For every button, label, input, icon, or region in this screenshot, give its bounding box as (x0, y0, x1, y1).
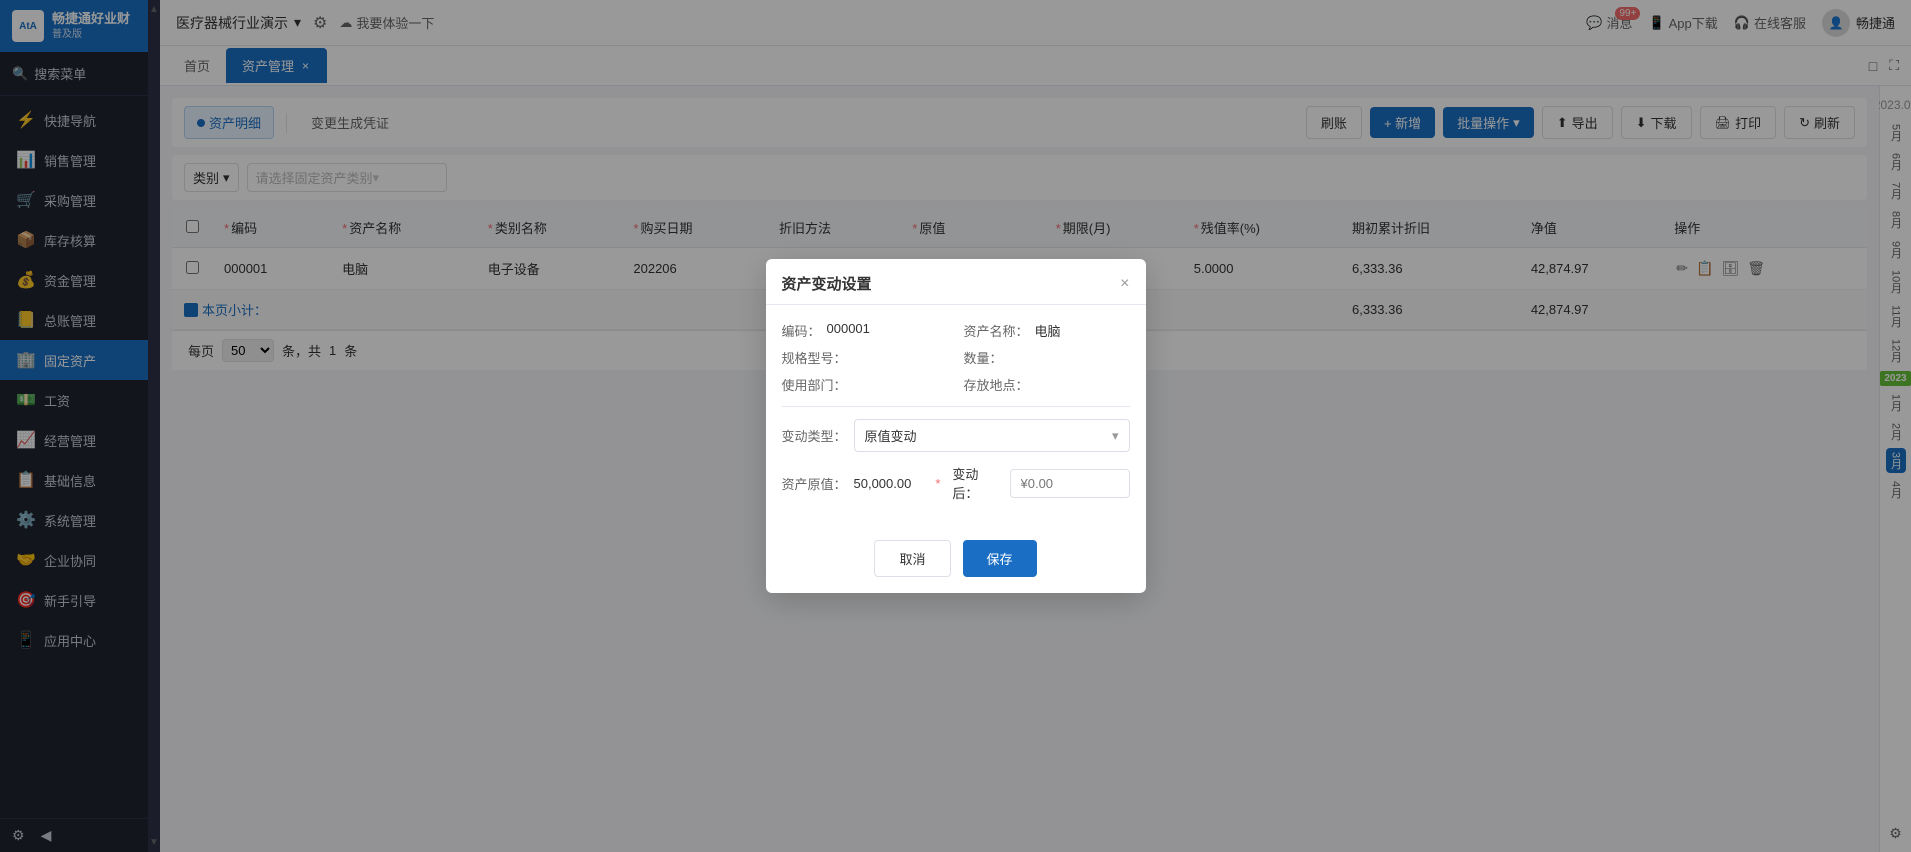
modal-change-type-label: 变动类型： (782, 426, 846, 445)
modal-footer: 取消 保存 (766, 530, 1146, 593)
modal-quantity-row: 数量： (964, 348, 1130, 367)
modal-close-button[interactable]: × (1120, 275, 1129, 293)
modal-spec-label: 规格型号： (782, 348, 847, 367)
modal-change-type-value: 原值变动 (865, 426, 917, 445)
modal-after-input[interactable] (1010, 469, 1130, 498)
modal-location-row: 存放地点： (964, 375, 1130, 394)
modal-overlay: 资产变动设置 × 编码： 000001 资产名称： 电脑 规格型号： 数量： (0, 0, 1911, 852)
asset-change-modal: 资产变动设置 × 编码： 000001 资产名称： 电脑 规格型号： 数量： (766, 259, 1146, 593)
modal-title: 资产变动设置 (782, 273, 872, 294)
modal-asset-name-value: 电脑 (1035, 321, 1061, 340)
modal-divider (782, 406, 1130, 407)
modal-dept-label: 使用部门： (782, 375, 847, 394)
required-star-icon: * (935, 476, 940, 491)
modal-info-grid: 编码： 000001 资产名称： 电脑 规格型号： 数量： 使用部门： (782, 321, 1130, 394)
modal-original-value-label: 资产原值： (782, 474, 846, 493)
modal-value-row: 资产原值： 50,000.00 * 变动后： (782, 464, 1130, 502)
cancel-button[interactable]: 取消 (874, 540, 950, 577)
modal-body: 编码： 000001 资产名称： 电脑 规格型号： 数量： 使用部门： (766, 305, 1146, 530)
modal-code-row: 编码： 000001 (782, 321, 948, 340)
modal-change-type-select[interactable]: 原值变动 ▾ (854, 419, 1130, 452)
modal-dept-row: 使用部门： (782, 375, 948, 394)
save-button[interactable]: 保存 (963, 540, 1037, 577)
modal-code-label: 编码： (782, 321, 821, 340)
modal-asset-name-label: 资产名称： (964, 321, 1029, 340)
modal-after-label: 变动后： (952, 464, 995, 502)
modal-asset-name-row: 资产名称： 电脑 (964, 321, 1130, 340)
modal-code-value: 000001 (827, 321, 870, 340)
modal-original-value-text: 50,000.00 (854, 476, 912, 491)
modal-location-label: 存放地点： (964, 375, 1029, 394)
modal-header: 资产变动设置 × (766, 259, 1146, 305)
modal-spec-row: 规格型号： (782, 348, 948, 367)
modal-change-type-chevron: ▾ (1112, 428, 1119, 444)
modal-quantity-label: 数量： (964, 348, 1003, 367)
modal-change-type-row: 变动类型： 原值变动 ▾ (782, 419, 1130, 452)
